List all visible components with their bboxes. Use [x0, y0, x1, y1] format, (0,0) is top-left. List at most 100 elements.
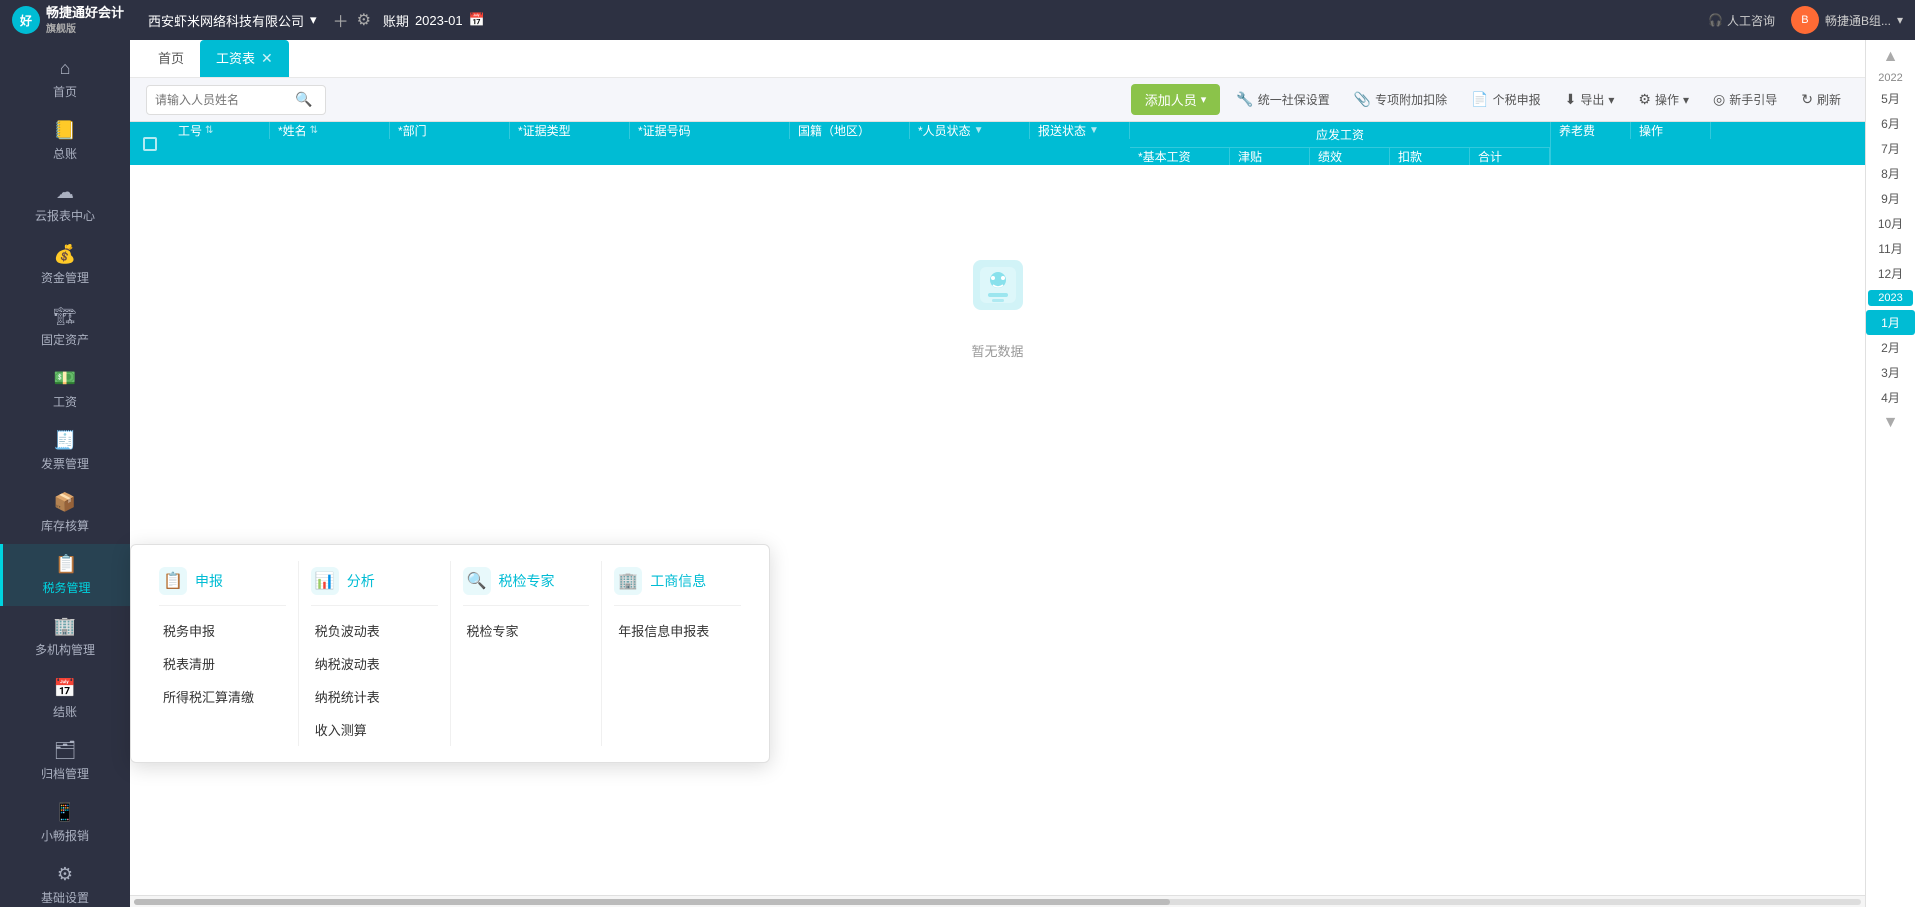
sidebar-label-invoice: 发票管理 [41, 455, 89, 472]
sidebar-item-fund[interactable]: 💰 资金管理 [0, 234, 130, 296]
sidebar-item-salary[interactable]: 💵 工资 [0, 358, 130, 420]
sidebar-item-multi-org[interactable]: 🏢 多机构管理 [0, 606, 130, 668]
timeline-month-feb[interactable]: 2月 [1866, 335, 1915, 360]
th-total[interactable]: 合计 [1470, 148, 1550, 165]
sort-id-icon[interactable]: ⇅ [205, 125, 213, 136]
th-cert-type-label: *证据类型 [518, 122, 571, 139]
sidebar-item-invoice[interactable]: 🧾 发票管理 [0, 420, 130, 482]
guide-btn[interactable]: ◎ 新手引导 [1705, 87, 1785, 112]
filter-report-icon[interactable]: ▼ [1089, 125, 1099, 136]
operation-btn[interactable]: ⚙ 操作 ▾ [1630, 87, 1697, 112]
logo-icon: 好 [12, 6, 40, 34]
bottom-scrollbar[interactable] [130, 895, 1865, 907]
timeline-month-apr[interactable]: 4月 [1866, 385, 1915, 410]
add-company-icon[interactable]: ＋ [333, 8, 349, 32]
add-btn-arrow-icon: ▾ [1201, 93, 1207, 106]
dropdown-item-annual-report[interactable]: 年报信息申报表 [614, 614, 741, 647]
scroll-track[interactable] [134, 899, 1861, 905]
timeline-month-jul[interactable]: 7月 [1866, 136, 1915, 161]
app-title: 畅捷通好会计 [46, 5, 124, 21]
dropdown-item-taxpay-fluctuation[interactable]: 纳税波动表 [311, 647, 438, 680]
calendar-icon[interactable]: 📅 [469, 12, 485, 28]
timeline-down-nav[interactable]: ▼ [1879, 410, 1903, 436]
th-cert-type[interactable]: *证据类型 [510, 122, 630, 139]
timeline-month-sep[interactable]: 9月 [1866, 186, 1915, 211]
timeline-month-dec[interactable]: 12月 [1866, 261, 1915, 286]
dropdown-item-tax-fluctuation[interactable]: 税负波动表 [311, 614, 438, 647]
export-btn[interactable]: ⬇ 导出 ▾ [1557, 87, 1623, 112]
th-pension[interactable]: 养老费 [1551, 122, 1631, 139]
th-checkbox[interactable] [130, 122, 170, 165]
main-content-wrap: 首页 工资表 ✕ 🔍 添加人员 ▾ 🔧 统一社保设置 📎 专项附加扣除 [130, 40, 1865, 907]
sidebar-item-tax[interactable]: 📋 税务管理 [0, 544, 130, 606]
sidebar-item-inventory[interactable]: 📦 库存核算 [0, 482, 130, 544]
timeline-month-jan[interactable]: 1月 [1866, 310, 1915, 335]
sidebar-item-mini-sales[interactable]: 📱 小畅报销 [0, 792, 130, 854]
sidebar-item-cloud-report[interactable]: ☁ 云报表中心 [0, 172, 130, 234]
analysis-label: 分析 [347, 571, 375, 591]
social-security-btn[interactable]: 🔧 统一社保设置 [1228, 87, 1337, 112]
app-subtitle: 旗舰版 [46, 20, 124, 35]
tab-salary-table[interactable]: 工资表 ✕ [200, 40, 289, 77]
dropdown-item-income-tax[interactable]: 所得税汇算清缴 [159, 680, 286, 713]
th-country[interactable]: 国籍（地区） [790, 122, 910, 139]
search-icon[interactable]: 🔍 [295, 91, 312, 108]
timeline-month-mar[interactable]: 3月 [1866, 360, 1915, 385]
filter-status-icon[interactable]: ▼ [974, 125, 984, 136]
operation-label: 操作 [1655, 91, 1679, 108]
sort-name-icon[interactable]: ⇅ [310, 125, 318, 136]
support-btn[interactable]: 🎧 人工咨询 [1708, 12, 1775, 29]
sidebar-item-archive[interactable]: 🗂 归档管理 [0, 730, 130, 792]
th-country-label: 国籍（地区） [798, 122, 870, 139]
sidebar-item-home[interactable]: ⌂ 首页 [0, 48, 130, 110]
company-dropdown-icon: ▾ [310, 12, 317, 28]
dropdown-item-tax-declaration[interactable]: 税务申报 [159, 614, 286, 647]
th-base-salary[interactable]: *基本工资 [1130, 148, 1230, 165]
tab-home[interactable]: 首页 [142, 40, 200, 77]
timeline-month-oct[interactable]: 10月 [1866, 211, 1915, 236]
dropdown-item-taxpay-stats[interactable]: 纳税统计表 [311, 680, 438, 713]
timeline-month-may[interactable]: 5月 [1866, 86, 1915, 111]
individual-tax-btn[interactable]: 📄 个税申报 [1463, 87, 1548, 112]
th-deduct[interactable]: 扣款 [1390, 148, 1470, 165]
sidebar-label-fixed-assets: 固定资产 [41, 331, 89, 348]
timeline-month-aug[interactable]: 8月 [1866, 161, 1915, 186]
scroll-thumb[interactable] [134, 899, 1170, 905]
sidebar-item-close[interactable]: 📅 结账 [0, 668, 130, 730]
th-report-status[interactable]: 报送状态 ▼ [1030, 122, 1130, 139]
select-all-checkbox[interactable] [143, 137, 157, 151]
th-id[interactable]: 工号 ⇅ [170, 122, 270, 139]
timeline-up-nav[interactable]: ▲ [1879, 44, 1903, 70]
th-name[interactable]: *姓名 ⇅ [270, 122, 390, 139]
th-cert-no[interactable]: *证据号码 [630, 122, 790, 139]
refresh-label: 刷新 [1817, 91, 1841, 108]
sidebar: ⌂ 首页 📒 总账 ☁ 云报表中心 💰 资金管理 🏗 固定资产 💵 工资 🧾 发… [0, 40, 130, 907]
th-op[interactable]: 操作 [1631, 122, 1711, 139]
dropdown-item-income-calc[interactable]: 收入测算 [311, 713, 438, 746]
sidebar-item-basic-settings[interactable]: ⚙ 基础设置 [0, 854, 130, 907]
sidebar-label-tax: 税务管理 [42, 579, 90, 596]
search-input[interactable] [155, 93, 295, 107]
tab-close-icon[interactable]: ✕ [261, 51, 273, 65]
sidebar-label-basic-settings: 基础设置 [41, 889, 89, 906]
fixed-assets-icon: 🏗 [54, 306, 77, 327]
sidebar-label-multi-org: 多机构管理 [35, 641, 95, 658]
settings-icon[interactable]: ⚙ [357, 10, 371, 30]
refresh-btn[interactable]: ↻ 刷新 [1793, 87, 1849, 112]
timeline-month-nov[interactable]: 11月 [1866, 236, 1915, 261]
timeline-month-jun[interactable]: 6月 [1866, 111, 1915, 136]
declaration-cat-icon: 📋 [159, 567, 187, 595]
th-dept[interactable]: *部门 [390, 122, 510, 139]
th-subsidy[interactable]: 津贴 [1230, 148, 1310, 165]
dropdown-item-tax-expert[interactable]: 税检专家 [463, 614, 590, 647]
company-selector[interactable]: 西安虾米网络科技有限公司 ▾ [140, 7, 325, 34]
export-label: 导出 [1580, 91, 1604, 108]
th-performance[interactable]: 绩效 [1310, 148, 1390, 165]
dropdown-item-tax-table[interactable]: 税表清册 [159, 647, 286, 680]
sidebar-item-fixed-assets[interactable]: 🏗 固定资产 [0, 296, 130, 358]
th-status[interactable]: *人员状态 ▼ [910, 122, 1030, 139]
add-person-btn[interactable]: 添加人员 ▾ [1131, 84, 1221, 115]
sidebar-item-ledger[interactable]: 📒 总账 [0, 110, 130, 172]
user-area[interactable]: B 畅捷通B组... ▾ [1791, 6, 1903, 34]
special-deduction-btn[interactable]: 📎 专项附加扣除 [1346, 87, 1455, 112]
